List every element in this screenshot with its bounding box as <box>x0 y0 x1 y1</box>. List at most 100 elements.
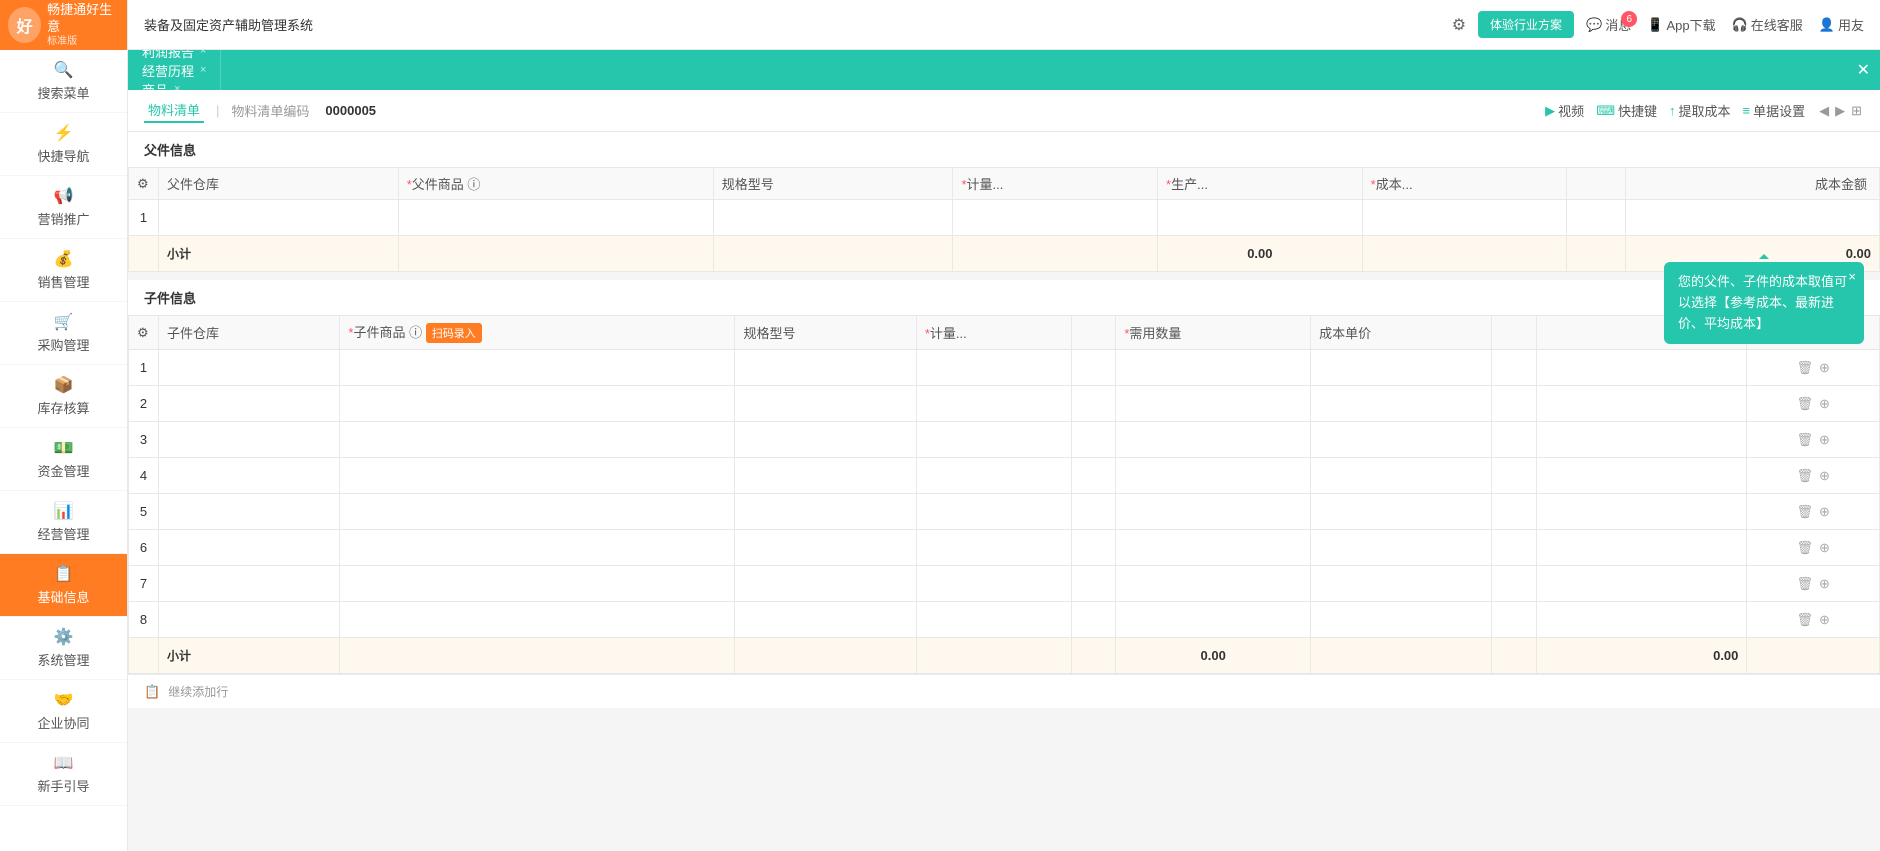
trial-button[interactable]: 体验行业方案 <box>1478 11 1574 38</box>
child-cell-qty[interactable] <box>1116 458 1311 494</box>
child-cell-warehouse[interactable] <box>159 602 340 638</box>
child-cell-unit-price[interactable] <box>1311 386 1492 422</box>
child-cell-qty[interactable] <box>1116 530 1311 566</box>
settings-icon[interactable]: ⚙ <box>1452 15 1466 35</box>
sidebar-item-资金管理[interactable]: 💵资金管理 <box>0 428 127 491</box>
sidebar-item-经营管理[interactable]: 📊经营管理 <box>0 491 127 554</box>
parent-col-settings[interactable]: ⚙ <box>129 168 159 200</box>
child-cell-warehouse[interactable] <box>159 422 340 458</box>
tooltip-close-button[interactable]: × <box>1848 267 1856 288</box>
copy-icon[interactable]: ⊕ <box>1819 540 1830 556</box>
child-cell-product[interactable] <box>340 602 735 638</box>
child-cell-qty[interactable] <box>1116 566 1311 602</box>
tab-利润报告[interactable]: 利润报告× <box>128 50 221 61</box>
child-cell-spec[interactable] <box>735 530 916 566</box>
child-cell-spec[interactable] <box>735 458 916 494</box>
scan-input-button[interactable]: 扫码录入 <box>426 323 482 343</box>
window-close-button[interactable]: ✕ <box>1847 60 1880 80</box>
child-cell-unit[interactable] <box>916 386 1071 422</box>
sidebar-item-搜索菜单[interactable]: 🔍搜索菜单 <box>0 50 127 113</box>
sidebar-item-营销推广[interactable]: 📢营销推广 <box>0 176 127 239</box>
copy-icon[interactable]: ⊕ <box>1819 576 1830 592</box>
child-cell-unit[interactable] <box>916 530 1071 566</box>
parent-cell-product[interactable] <box>398 200 713 236</box>
user-button[interactable]: 👤 用友 <box>1819 15 1864 34</box>
parent-cell-spec[interactable] <box>713 200 953 236</box>
child-cell-warehouse[interactable] <box>159 566 340 602</box>
child-cell-warehouse[interactable] <box>159 494 340 530</box>
copy-icon[interactable]: ⊕ <box>1819 396 1830 412</box>
child-cell-unit-price[interactable] <box>1311 530 1492 566</box>
child-cell-product[interactable] <box>340 350 735 386</box>
tab-商品[interactable]: 商品× <box>128 80 221 91</box>
sidebar-item-企业协同[interactable]: 🤝企业协同 <box>0 680 127 743</box>
sidebar-item-快捷导航[interactable]: ⚡快捷导航 <box>0 113 127 176</box>
child-cell-unit-price[interactable] <box>1311 566 1492 602</box>
copy-icon[interactable]: ⊕ <box>1819 504 1830 520</box>
delete-icon[interactable]: 🗑 <box>1796 360 1813 376</box>
delete-icon[interactable]: 🗑 <box>1796 612 1813 628</box>
child-cell-product[interactable] <box>340 386 735 422</box>
child-cell-unit-price[interactable] <box>1311 602 1492 638</box>
child-col-settings[interactable]: ⚙ <box>129 316 159 350</box>
child-cell-unit[interactable] <box>916 350 1071 386</box>
child-cell-qty[interactable] <box>1116 386 1311 422</box>
sidebar-item-采购管理[interactable]: 🛒采购管理 <box>0 302 127 365</box>
delete-icon[interactable]: 🗑 <box>1796 540 1813 556</box>
sidebar-item-基础信息[interactable]: 📋基础信息 <box>0 554 127 617</box>
app-download-button[interactable]: 📱 App下载 <box>1647 15 1715 34</box>
child-cell-unit[interactable] <box>916 422 1071 458</box>
tab-close-button[interactable]: × <box>200 64 206 76</box>
child-cell-qty[interactable] <box>1116 422 1311 458</box>
single-settings-button[interactable]: ≡ 单据设置 <box>1742 101 1805 120</box>
sidebar-item-新手引导[interactable]: 📖新手引导 <box>0 743 127 806</box>
child-cell-qty[interactable] <box>1116 602 1311 638</box>
sidebar-item-系统管理[interactable]: ⚙️系统管理 <box>0 617 127 680</box>
view-button[interactable]: ▶ 视频 <box>1545 101 1584 120</box>
child-cell-unit-price[interactable] <box>1311 422 1492 458</box>
parent-cell-warehouse[interactable] <box>159 200 399 236</box>
child-cell-product[interactable] <box>340 422 735 458</box>
sidebar-item-库存核算[interactable]: 📦库存核算 <box>0 365 127 428</box>
delete-icon[interactable]: 🗑 <box>1796 504 1813 520</box>
shortcut-button[interactable]: ⌨ 快捷键 <box>1596 101 1657 120</box>
tab-经营历程[interactable]: 经营历程× <box>128 61 221 80</box>
child-cell-spec[interactable] <box>735 494 916 530</box>
child-cell-warehouse[interactable] <box>159 458 340 494</box>
message-button[interactable]: 💬 6 消息 <box>1586 15 1631 34</box>
child-cell-spec[interactable] <box>735 602 916 638</box>
child-cell-spec[interactable] <box>735 566 916 602</box>
child-cell-product[interactable] <box>340 494 735 530</box>
child-cell-unit-price[interactable] <box>1311 458 1492 494</box>
child-cell-product[interactable] <box>340 458 735 494</box>
child-cell-warehouse[interactable] <box>159 350 340 386</box>
child-cell-unit[interactable] <box>916 458 1071 494</box>
copy-icon[interactable]: ⊕ <box>1819 612 1830 628</box>
delete-icon[interactable]: 🗑 <box>1796 432 1813 448</box>
child-cell-spec[interactable] <box>735 422 916 458</box>
child-cell-qty[interactable] <box>1116 494 1311 530</box>
parent-cell-unit[interactable] <box>953 200 1158 236</box>
child-cell-warehouse[interactable] <box>159 386 340 422</box>
child-cell-unit[interactable] <box>916 602 1071 638</box>
tab-close-button[interactable]: × <box>174 83 180 90</box>
child-cell-spec[interactable] <box>735 386 916 422</box>
copy-icon[interactable]: ⊕ <box>1819 360 1830 376</box>
copy-icon[interactable]: ⊕ <box>1819 468 1830 484</box>
child-cell-warehouse[interactable] <box>159 530 340 566</box>
child-cell-unit-price[interactable] <box>1311 350 1492 386</box>
extract-cost-button[interactable]: ↑ 提取成本 <box>1669 101 1731 120</box>
tab-close-button[interactable]: × <box>200 50 206 57</box>
sidebar-item-销售管理[interactable]: 💰销售管理 <box>0 239 127 302</box>
child-cell-qty[interactable] <box>1116 350 1311 386</box>
delete-icon[interactable]: 🗑 <box>1796 396 1813 412</box>
next-page-button[interactable]: ▶ <box>1833 103 1847 119</box>
delete-icon[interactable]: 🗑 <box>1796 576 1813 592</box>
sub-tab-list[interactable]: 物料清单 <box>144 98 204 123</box>
child-cell-spec[interactable] <box>735 350 916 386</box>
parent-cell-production[interactable] <box>1158 200 1363 236</box>
child-cell-unit[interactable] <box>916 494 1071 530</box>
child-cell-unit-price[interactable] <box>1311 494 1492 530</box>
delete-icon[interactable]: 🗑 <box>1796 468 1813 484</box>
child-cell-product[interactable] <box>340 566 735 602</box>
